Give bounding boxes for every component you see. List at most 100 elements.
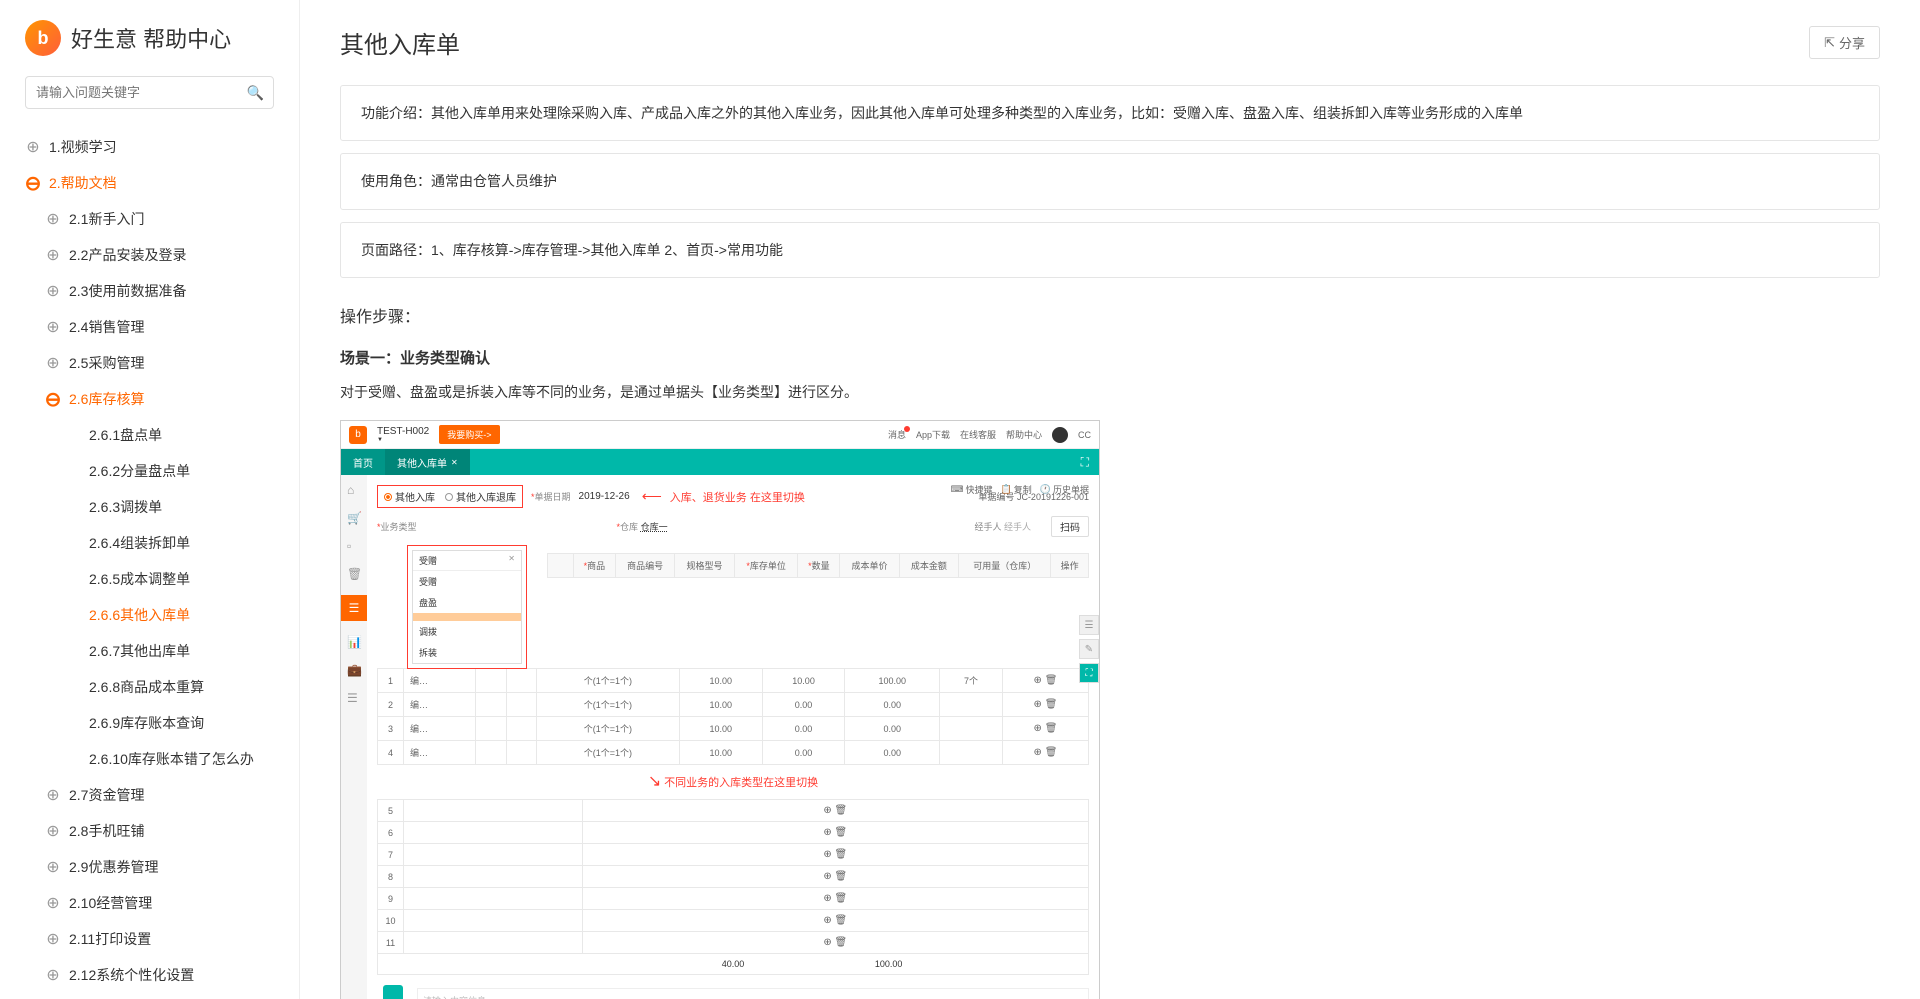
nav-item[interactable]: 2.6.4组装拆卸单 bbox=[25, 525, 274, 561]
search-icon[interactable]: 🔍 bbox=[247, 84, 264, 101]
nav-item[interactable]: 2.6.5成本调整单 bbox=[25, 561, 274, 597]
nav-item[interactable]: 2.6.6其他入库单 bbox=[25, 597, 274, 633]
blank-icon bbox=[65, 751, 81, 767]
nav-item[interactable]: 2.6.3调拨单 bbox=[25, 489, 274, 525]
table-row: 7⊕ 🗑 bbox=[378, 844, 1089, 866]
plus-icon: ⊕ bbox=[45, 967, 61, 983]
plus-icon: ⊕ bbox=[45, 895, 61, 911]
nav-label: 2.6.4组装拆卸单 bbox=[89, 533, 190, 553]
ss-totals: 40.00 100.00 bbox=[377, 954, 1089, 975]
steps-title: 操作步骤： bbox=[340, 303, 1880, 327]
plus-icon: ⊕ bbox=[45, 355, 61, 371]
nav-item[interactable]: ⊕ 2.9优惠券管理 bbox=[25, 849, 274, 885]
ss-content: ⌨ 快捷键 📋 复制 🕐 历史单据 其他入库 其他入库退库 单据日期 2019-… bbox=[367, 475, 1099, 999]
ss-radio-group: 其他入库 其他入库退库 bbox=[377, 485, 523, 508]
nav-label: 2.6.2分量盘点单 bbox=[89, 461, 190, 481]
nav-item[interactable]: ⊕2.7资金管理 bbox=[25, 777, 274, 813]
role-label: 使用角色： bbox=[361, 173, 431, 189]
intro-label: 功能介绍： bbox=[361, 105, 431, 121]
ss-biz-label: 业务类型 bbox=[377, 520, 417, 533]
nav-label: 2.6.3调拨单 bbox=[89, 497, 162, 517]
nav-item[interactable]: ⊖2.帮助文档 bbox=[25, 165, 274, 201]
nav-item[interactable]: 2.6.10库存账本错了怎么办 bbox=[25, 741, 274, 777]
ss-th: 成本单价 bbox=[840, 554, 899, 578]
ss-service-icon: 在线客服 bbox=[960, 428, 996, 441]
nav-item[interactable]: ⊕2.1新手入门 bbox=[25, 201, 274, 237]
role-box: 使用角色：通常由仓管人员维护 bbox=[340, 153, 1880, 209]
intro-text: 其他入库单用来处理除采购入库、产成品入库之外的其他入库业务，因此其他入库单可处理… bbox=[431, 105, 1523, 121]
table-row: 6⊕ 🗑 bbox=[378, 822, 1089, 844]
nav-item[interactable]: 2.6.9库存账本查询 bbox=[25, 705, 274, 741]
search-input[interactable] bbox=[25, 76, 274, 109]
ss-th: 规格型号 bbox=[675, 554, 734, 578]
table-row: 3编…个(1个=1个)10.000.000.00⊕ 🗑 bbox=[378, 717, 1089, 741]
ss-dropdown-box: 受赠 受赠盘盈调拨拆装 bbox=[407, 545, 527, 669]
ss-total-qty: 40.00 bbox=[694, 959, 772, 969]
nav-label: 2.8手机旺铺 bbox=[69, 821, 144, 841]
table-row: 5⊕ 🗑 bbox=[378, 800, 1089, 822]
nav-label: 2.6.6其他入库单 bbox=[89, 605, 190, 625]
nav-item[interactable]: 2.6.1盘点单 bbox=[25, 417, 274, 453]
nav-label: 2.6.1盘点单 bbox=[89, 425, 162, 445]
ss-expand-icon: ⛶ bbox=[1071, 455, 1099, 470]
plus-icon: ⊕ bbox=[45, 211, 61, 227]
ss-anno2: 不同业务的入库类型在这里切换 bbox=[664, 777, 818, 789]
blank-icon bbox=[65, 463, 81, 479]
nav-item[interactable]: 2.6.2分量盘点单 bbox=[25, 453, 274, 489]
ss-promo-button: 我要购买-> bbox=[439, 425, 499, 444]
ss-dropdown-opt: 拆装 bbox=[413, 642, 521, 663]
ss-tabs: 首页 其他入库单 ✕ ⛶ bbox=[341, 449, 1099, 475]
nav-item[interactable]: ⊕1.视频学习 bbox=[25, 129, 274, 165]
sidebar: b 好生意 帮助中心 🔍 ⊕1.视频学习⊖2.帮助文档⊕2.1新手入门⊕2.2产… bbox=[0, 0, 300, 999]
ss-hotkey-label: ⌨ 快捷键 bbox=[951, 483, 993, 496]
plus-icon: ⊕ bbox=[45, 283, 61, 299]
ss-right-toolbar: ⌨ 快捷键 📋 复制 🕐 历史单据 bbox=[951, 483, 1089, 496]
nav-label: 2.4销售管理 bbox=[69, 317, 144, 337]
nav-item[interactable]: ⊕2.10经营管理 bbox=[25, 885, 274, 921]
blank-icon bbox=[65, 571, 81, 587]
nav-item[interactable]: ⊕2.2产品安装及登录 bbox=[25, 237, 274, 273]
path-label: 页面路径： bbox=[361, 242, 431, 258]
role-text: 通常由仓管人员维护 bbox=[431, 173, 557, 189]
nav-list: ⊕1.视频学习⊖2.帮助文档⊕2.1新手入门⊕2.2产品安装及登录⊕2.3使用前… bbox=[25, 129, 274, 999]
nav-item[interactable]: ⊕2.5采购管理 bbox=[25, 345, 274, 381]
table-row: 10⊕ 🗑 bbox=[378, 910, 1089, 932]
nav-item[interactable]: ⊕2.11打印设置 bbox=[25, 921, 274, 957]
ss-app-icon: App下载 bbox=[916, 428, 950, 441]
ss-topbar: b TEST-H002 我要购买-> 消息 App下载 在线客服 帮助中心 CC bbox=[341, 421, 1099, 449]
nav-label: 2.12系统个性化设置 bbox=[69, 965, 194, 985]
ss-test-label: TEST-H002 bbox=[377, 426, 429, 437]
nav-label: 2.9优惠券管理 bbox=[69, 857, 158, 877]
nav-item[interactable]: 2.6.8商品成本重算 bbox=[25, 669, 274, 705]
ss-dropdown-opt bbox=[413, 613, 521, 621]
nav-label: 2.2产品安装及登录 bbox=[69, 245, 186, 265]
share-button[interactable]: ⇱ 分享 bbox=[1809, 26, 1880, 59]
nav-label: 2.7资金管理 bbox=[69, 785, 144, 805]
ss-copy-label: 📋 复制 bbox=[1001, 483, 1032, 496]
blank-icon bbox=[65, 715, 81, 731]
nav-item[interactable]: ⊕ 2.12系统个性化设置 bbox=[25, 957, 274, 993]
nav-item[interactable]: ⊕2.4销售管理 bbox=[25, 309, 274, 345]
ss-table: 1编…个(1个=1个)10.0010.00100.007个⊕ 🗑2编…个(1个=… bbox=[377, 668, 1089, 765]
ss-nav-trash-icon: 🗑 bbox=[347, 567, 361, 581]
ss-remark-input: 请输入内容信息 bbox=[417, 988, 1089, 999]
blank-icon bbox=[65, 427, 81, 443]
ss-avatar-icon bbox=[1052, 427, 1068, 443]
ss-nav-home-icon: ⌂ bbox=[347, 483, 361, 497]
nav-item[interactable]: 2.6.7其他出库单 bbox=[25, 633, 274, 669]
brand-text: 好生意 帮助中心 bbox=[71, 22, 231, 54]
blank-icon bbox=[65, 679, 81, 695]
ss-th: 商品编号 bbox=[615, 554, 674, 578]
ss-nav-cart-icon: 🛒 bbox=[347, 511, 361, 525]
nav-item[interactable]: ⊕2.13在线支付 bbox=[25, 993, 274, 999]
ss-tab-active: 其他入库单 ✕ bbox=[385, 449, 470, 475]
plus-icon: ⊕ bbox=[45, 859, 61, 875]
ss-help-icon: 帮助中心 bbox=[1006, 428, 1042, 441]
nav-item[interactable]: ⊕2.8手机旺铺 bbox=[25, 813, 274, 849]
nav-item[interactable]: ⊕ 2.3使用前数据准备 bbox=[25, 273, 274, 309]
nav-label: 2.3使用前数据准备 bbox=[69, 281, 186, 301]
table-row: 1编…个(1个=1个)10.0010.00100.007个⊕ 🗑 bbox=[378, 669, 1089, 693]
ss-widget-3: ⛶ bbox=[1079, 663, 1099, 683]
nav-item[interactable]: ⊖2.6库存核算 bbox=[25, 381, 274, 417]
ss-anno1: 入库、退货业务 在这里切换 bbox=[670, 489, 805, 505]
